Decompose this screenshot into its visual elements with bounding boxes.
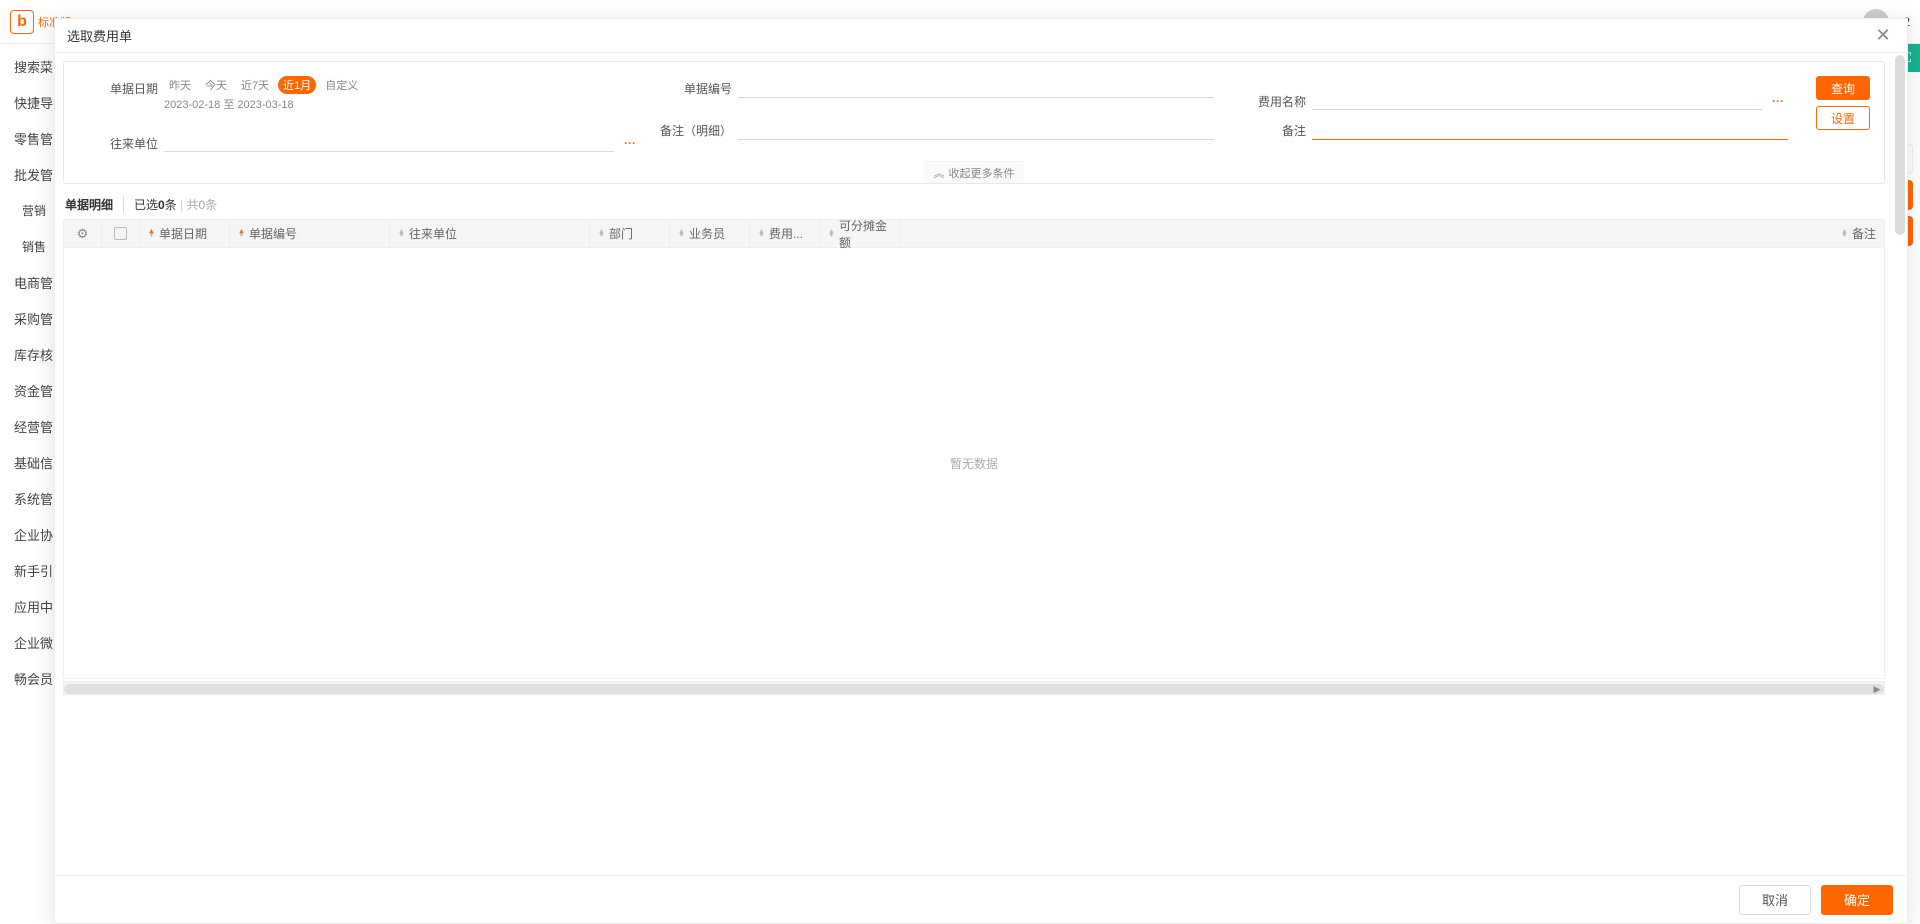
filter-date: 单据日期 昨天 今天 近7天 近1月 自定义 2023-02-18 至 2023… <box>78 76 640 112</box>
col-staff[interactable]: 业务员 <box>670 220 750 247</box>
collapse-label: 收起更多条件 <box>949 165 1015 181</box>
gear-icon: ⚙ <box>77 226 89 242</box>
sort-icon <box>398 230 405 238</box>
collapse-up-icon: ︽ <box>934 165 945 181</box>
sort-icon <box>598 230 605 238</box>
sort-icon <box>758 230 765 238</box>
filter-remark: 备注 <box>1226 118 1788 152</box>
remark-input[interactable] <box>1312 118 1788 140</box>
filter-label: 往来单位 <box>78 131 158 152</box>
confirm-button[interactable]: 确定 <box>1821 885 1893 915</box>
table-empty: 暂无数据 <box>64 248 1884 678</box>
horizontal-scrollbar[interactable]: ◀ ▶ <box>63 681 1885 695</box>
sort-icon <box>678 230 685 238</box>
select-fee-modal: 选取费用单 ✕ 单据日期 昨天 今天 <box>54 18 1908 924</box>
filter-fee-name: 费用名称 ··· <box>1226 76 1788 110</box>
col-party[interactable]: 往来单位 <box>390 220 590 247</box>
date-chip-1m[interactable]: 近1月 <box>278 76 316 94</box>
filter-party: 往来单位 ··· <box>78 118 640 152</box>
date-chip-7d[interactable]: 近7天 <box>236 76 274 94</box>
scroll-right-icon[interactable]: ▶ <box>1870 682 1884 696</box>
table-header: ⚙ 单据日期 单据编号 往来单位 部门 业务员 费用... 可分摊金额 备注 <box>64 220 1884 248</box>
filter-panel: 单据日期 昨天 今天 近7天 近1月 自定义 2023-02-18 至 2023… <box>63 61 1885 184</box>
list-info-bar: 单据明细 已选0条 | 共0条 <box>63 192 1885 219</box>
cancel-button[interactable]: 取消 <box>1739 885 1811 915</box>
vertical-scrollbar[interactable] <box>1895 55 1905 873</box>
results-table: ⚙ 单据日期 单据编号 往来单位 部门 业务员 费用... 可分摊金额 备注 暂… <box>63 219 1885 679</box>
sort-icon <box>238 230 245 238</box>
modal-body: 单据日期 昨天 今天 近7天 近1月 自定义 2023-02-18 至 2023… <box>55 53 1907 875</box>
filter-label: 单据日期 <box>78 76 158 97</box>
filter-detail-remark: 备注（明细） <box>652 118 1214 152</box>
collapse-toggle[interactable]: ︽ 收起更多条件 <box>924 161 1024 183</box>
modal-header: 选取费用单 ✕ <box>55 19 1907 53</box>
filter-doc-no: 单据编号 <box>652 76 1214 110</box>
date-range-text: 2023-02-18 至 2023-03-18 <box>164 96 640 112</box>
detail-remark-input[interactable] <box>738 118 1214 140</box>
sort-icon <box>828 230 835 238</box>
query-button[interactable]: 查询 <box>1816 76 1870 100</box>
list-section-title: 单据明细 <box>65 196 113 213</box>
scroll-thumb[interactable] <box>1895 55 1905 235</box>
date-chip-group: 昨天 今天 近7天 近1月 自定义 <box>164 76 640 94</box>
col-amount[interactable]: 可分摊金额 <box>820 220 900 247</box>
close-icon[interactable]: ✕ <box>1871 24 1895 48</box>
filter-label: 单据编号 <box>652 76 732 97</box>
filter-actions: 查询 设置 <box>1800 76 1870 130</box>
col-select-all[interactable] <box>102 220 140 247</box>
modal-footer: 取消 确定 <box>55 875 1907 923</box>
fee-name-input[interactable] <box>1312 88 1762 110</box>
filter-label: 备注 <box>1226 118 1306 139</box>
settings-button[interactable]: 设置 <box>1816 106 1870 130</box>
sort-icon <box>1841 230 1848 238</box>
col-doc-no[interactable]: 单据编号 <box>230 220 390 247</box>
more-icon[interactable]: ··· <box>620 136 640 150</box>
total-count: 共0条 <box>187 198 218 212</box>
filter-label: 费用名称 <box>1226 89 1306 110</box>
col-fee[interactable]: 费用... <box>750 220 820 247</box>
date-chip-custom[interactable]: 自定义 <box>320 76 363 94</box>
doc-no-input[interactable] <box>738 76 1214 98</box>
scroll-thumb[interactable] <box>64 684 1884 694</box>
date-chip-today[interactable]: 今天 <box>200 76 232 94</box>
party-input[interactable] <box>164 130 614 152</box>
empty-text: 暂无数据 <box>950 455 998 472</box>
col-date[interactable]: 单据日期 <box>140 220 230 247</box>
selected-count: 已选0条 | 共0条 <box>123 196 217 213</box>
modal-overlay: 选取费用单 ✕ 单据日期 昨天 今天 <box>0 0 1920 924</box>
filter-label: 备注（明细） <box>652 118 732 139</box>
more-icon[interactable]: ··· <box>1768 94 1788 108</box>
sort-icon <box>148 230 155 238</box>
col-remark[interactable]: 备注 <box>900 220 1884 247</box>
checkbox-icon <box>114 227 127 240</box>
modal-title: 选取费用单 <box>67 26 132 45</box>
date-chip-yesterday[interactable]: 昨天 <box>164 76 196 94</box>
col-settings[interactable]: ⚙ <box>64 220 102 247</box>
col-dept[interactable]: 部门 <box>590 220 670 247</box>
